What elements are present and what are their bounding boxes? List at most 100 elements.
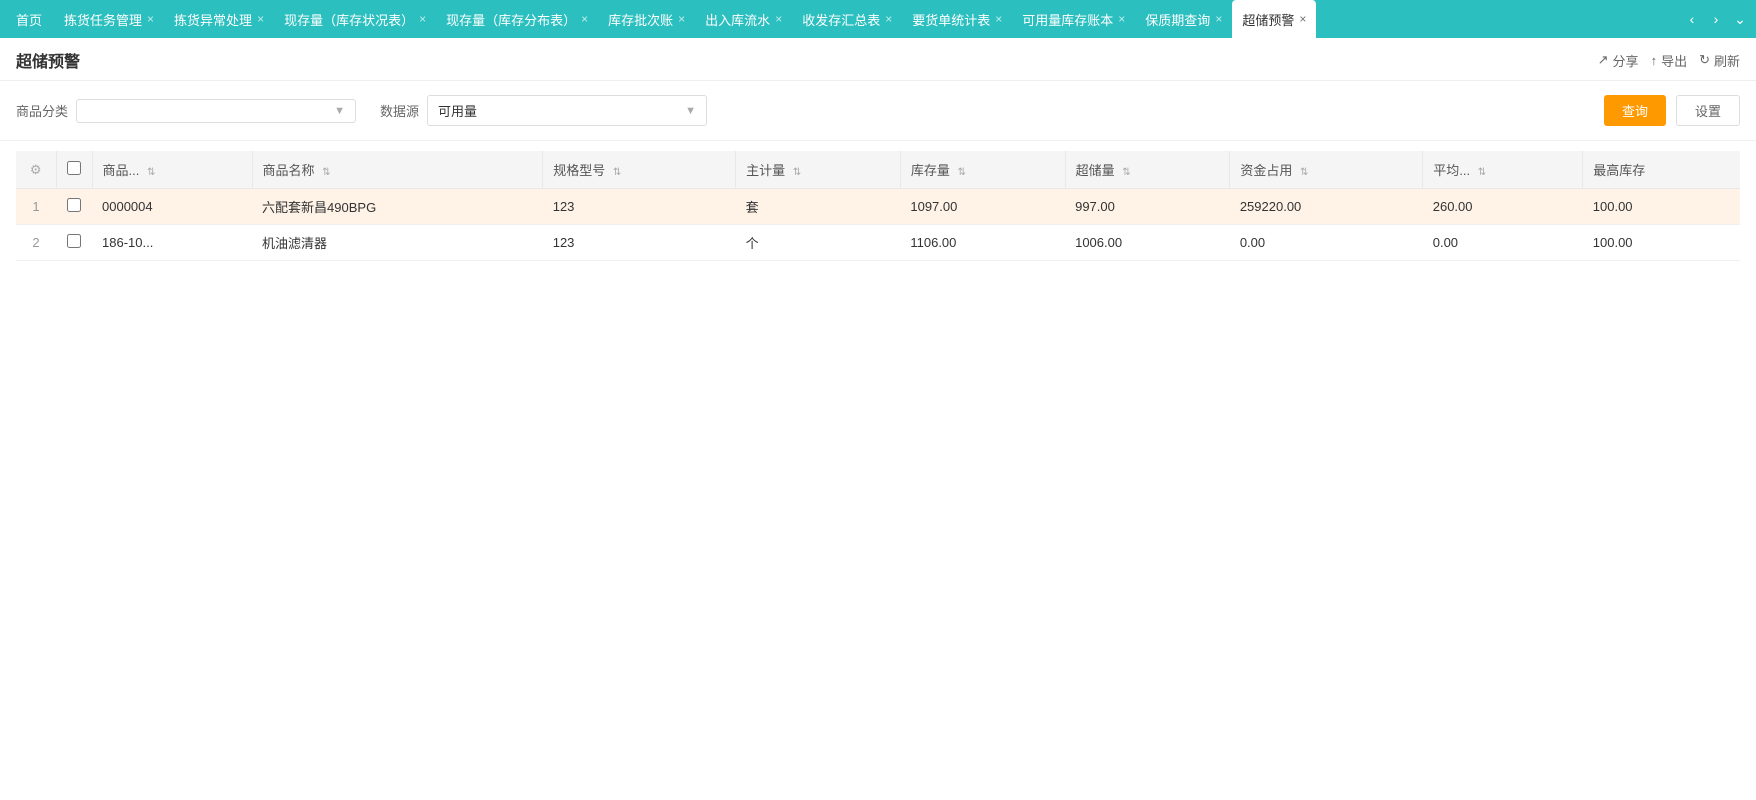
col-header-spec[interactable]: 规格型号 ⇅ [543, 151, 736, 189]
row-1-overstock: 997.00 [1065, 189, 1230, 225]
page-title: 超储预警 [16, 48, 80, 72]
share-button[interactable]: ↗ 分享 [1598, 51, 1639, 70]
tab-pick-exception[interactable]: 拣货异常处理 × [164, 0, 274, 38]
product-category-select[interactable]: ▼ [76, 99, 356, 123]
row-1-unit: 套 [736, 189, 901, 225]
table-body: 1 0000004 六配套新昌490BPG 123 套 1097.00 997.… [16, 189, 1740, 261]
col-header-product-name[interactable]: 商品名称 ⇅ [252, 151, 543, 189]
sort-overstock-icon: ⇅ [1122, 167, 1130, 178]
close-tab-inventory-status[interactable]: × [419, 12, 426, 26]
row-1-product-name: 六配套新昌490BPG [252, 189, 543, 225]
table-row: 2 186-10... 机油滤清器 123 个 1106.00 1006.00 … [16, 225, 1740, 261]
tab-available-stock[interactable]: 可用量库存账本 × [1012, 0, 1135, 38]
row-checkbox-1[interactable] [56, 189, 92, 225]
col-select-all[interactable] [56, 151, 92, 189]
close-tab-shelf-life[interactable]: × [1215, 12, 1222, 26]
data-source-dropdown-icon: ▼ [685, 105, 696, 117]
row-2-checkbox[interactable] [67, 234, 81, 248]
col-header-max-stock[interactable]: 最高库存 [1583, 151, 1740, 189]
row-1-spec: 123 [543, 189, 736, 225]
settings-icon: ⚙ [30, 162, 42, 177]
close-tab-order-stats[interactable]: × [995, 12, 1002, 26]
refresh-button[interactable]: ↻ 刷新 [1699, 51, 1740, 70]
row-1-avg: 260.00 [1423, 189, 1583, 225]
nav-prev-arrow[interactable]: ‹ [1680, 0, 1704, 38]
sort-stock-icon: ⇅ [958, 167, 966, 178]
close-tab-available-stock[interactable]: × [1118, 12, 1125, 26]
row-1-stock: 1097.00 [900, 189, 1065, 225]
filter-actions: 查询 设置 [1604, 95, 1740, 126]
table-header-row: ⚙ 商品... ⇅ 商品名称 ⇅ 规格型号 ⇅ 主计量 [16, 151, 1740, 189]
row-2-unit: 个 [736, 225, 901, 261]
col-header-stock[interactable]: 库存量 ⇅ [900, 151, 1065, 189]
table-container: ⚙ 商品... ⇅ 商品名称 ⇅ 规格型号 ⇅ 主计量 [0, 151, 1756, 261]
close-tab-overstock-warning[interactable]: × [1299, 12, 1306, 26]
col-header-avg[interactable]: 平均... ⇅ [1423, 151, 1583, 189]
top-navigation: 首页 拣货任务管理 × 拣货异常处理 × 现存量（库存状况表） × 现存量（库存… [0, 0, 1756, 38]
tab-order-stats[interactable]: 要货单统计表 × [902, 0, 1012, 38]
col-header-overstock[interactable]: 超储量 ⇅ [1065, 151, 1230, 189]
row-2-overstock: 1006.00 [1065, 225, 1230, 261]
sort-capital-icon: ⇅ [1300, 167, 1308, 178]
settings-button[interactable]: 设置 [1676, 95, 1740, 126]
row-2-product-code: 186-10... [92, 225, 252, 261]
export-button[interactable]: ↑ 导出 [1651, 51, 1688, 70]
tab-overstock-warning[interactable]: 超储预警 × [1232, 0, 1316, 38]
product-category-filter: 商品分类 ▼ [16, 99, 356, 123]
share-icon: ↗ [1598, 52, 1609, 68]
data-source-filter: 数据源 可用量 ▼ [380, 95, 707, 126]
filter-area: 商品分类 ▼ 数据源 可用量 ▼ 查询 设置 [0, 81, 1756, 141]
nav-arrows: ‹ › ⌄ [1680, 0, 1752, 38]
tab-pick-task[interactable]: 拣货任务管理 × [54, 0, 164, 38]
tab-inventory-status[interactable]: 现存量（库存状况表） × [274, 0, 436, 38]
close-tab-receipt-summary[interactable]: × [885, 12, 892, 26]
tab-batch-account[interactable]: 库存批次账 × [598, 0, 695, 38]
col-settings[interactable]: ⚙ [16, 151, 56, 189]
product-category-label: 商品分类 [16, 101, 68, 120]
sort-product-code-icon: ⇅ [147, 167, 155, 178]
close-tab-pick-task[interactable]: × [147, 12, 154, 26]
select-all-checkbox[interactable] [67, 161, 81, 175]
close-tab-batch-account[interactable]: × [678, 12, 685, 26]
close-tab-inventory-distribution[interactable]: × [581, 12, 588, 26]
overstock-table: ⚙ 商品... ⇅ 商品名称 ⇅ 规格型号 ⇅ 主计量 [16, 151, 1740, 261]
tab-receipt-summary[interactable]: 收发存汇总表 × [792, 0, 902, 38]
row-num-1: 1 [16, 189, 56, 225]
col-header-unit[interactable]: 主计量 ⇅ [736, 151, 901, 189]
row-2-stock: 1106.00 [900, 225, 1065, 261]
query-button[interactable]: 查询 [1604, 95, 1666, 126]
sort-spec-icon: ⇅ [613, 167, 621, 178]
row-1-product-code: 0000004 [92, 189, 252, 225]
row-1-capital: 259220.00 [1230, 189, 1423, 225]
row-2-avg: 0.00 [1423, 225, 1583, 261]
close-tab-pick-exception[interactable]: × [257, 12, 264, 26]
col-header-product-code[interactable]: 商品... ⇅ [92, 151, 252, 189]
row-2-max-stock: 100.00 [1583, 225, 1740, 261]
row-2-capital: 0.00 [1230, 225, 1423, 261]
row-1-checkbox[interactable] [67, 198, 81, 212]
tab-shelf-life[interactable]: 保质期查询 × [1135, 0, 1232, 38]
nav-menu-arrow[interactable]: ⌄ [1728, 0, 1752, 38]
close-tab-inout-flow[interactable]: × [775, 12, 782, 26]
sort-avg-icon: ⇅ [1478, 167, 1486, 178]
data-source-label: 数据源 [380, 101, 419, 120]
export-icon: ↑ [1651, 53, 1658, 68]
refresh-icon: ↻ [1699, 52, 1710, 68]
row-2-product-name: 机油滤清器 [252, 225, 543, 261]
nav-home[interactable]: 首页 [4, 10, 54, 29]
row-checkbox-2[interactable] [56, 225, 92, 261]
sort-unit-icon: ⇅ [793, 167, 801, 178]
product-category-dropdown-icon: ▼ [334, 105, 345, 117]
row-1-max-stock: 100.00 [1583, 189, 1740, 225]
row-num-2: 2 [16, 225, 56, 261]
data-source-select[interactable]: 可用量 ▼ [427, 95, 707, 126]
tab-inout-flow[interactable]: 出入库流水 × [695, 0, 792, 38]
tab-inventory-distribution[interactable]: 现存量（库存分布表） × [436, 0, 598, 38]
data-source-value: 可用量 [438, 101, 477, 120]
table-row: 1 0000004 六配套新昌490BPG 123 套 1097.00 997.… [16, 189, 1740, 225]
page-header: 超储预警 ↗ 分享 ↑ 导出 ↻ 刷新 [0, 38, 1756, 81]
nav-next-arrow[interactable]: › [1704, 0, 1728, 38]
sort-product-name-icon: ⇅ [322, 167, 330, 178]
col-header-capital[interactable]: 资金占用 ⇅ [1230, 151, 1423, 189]
row-2-spec: 123 [543, 225, 736, 261]
